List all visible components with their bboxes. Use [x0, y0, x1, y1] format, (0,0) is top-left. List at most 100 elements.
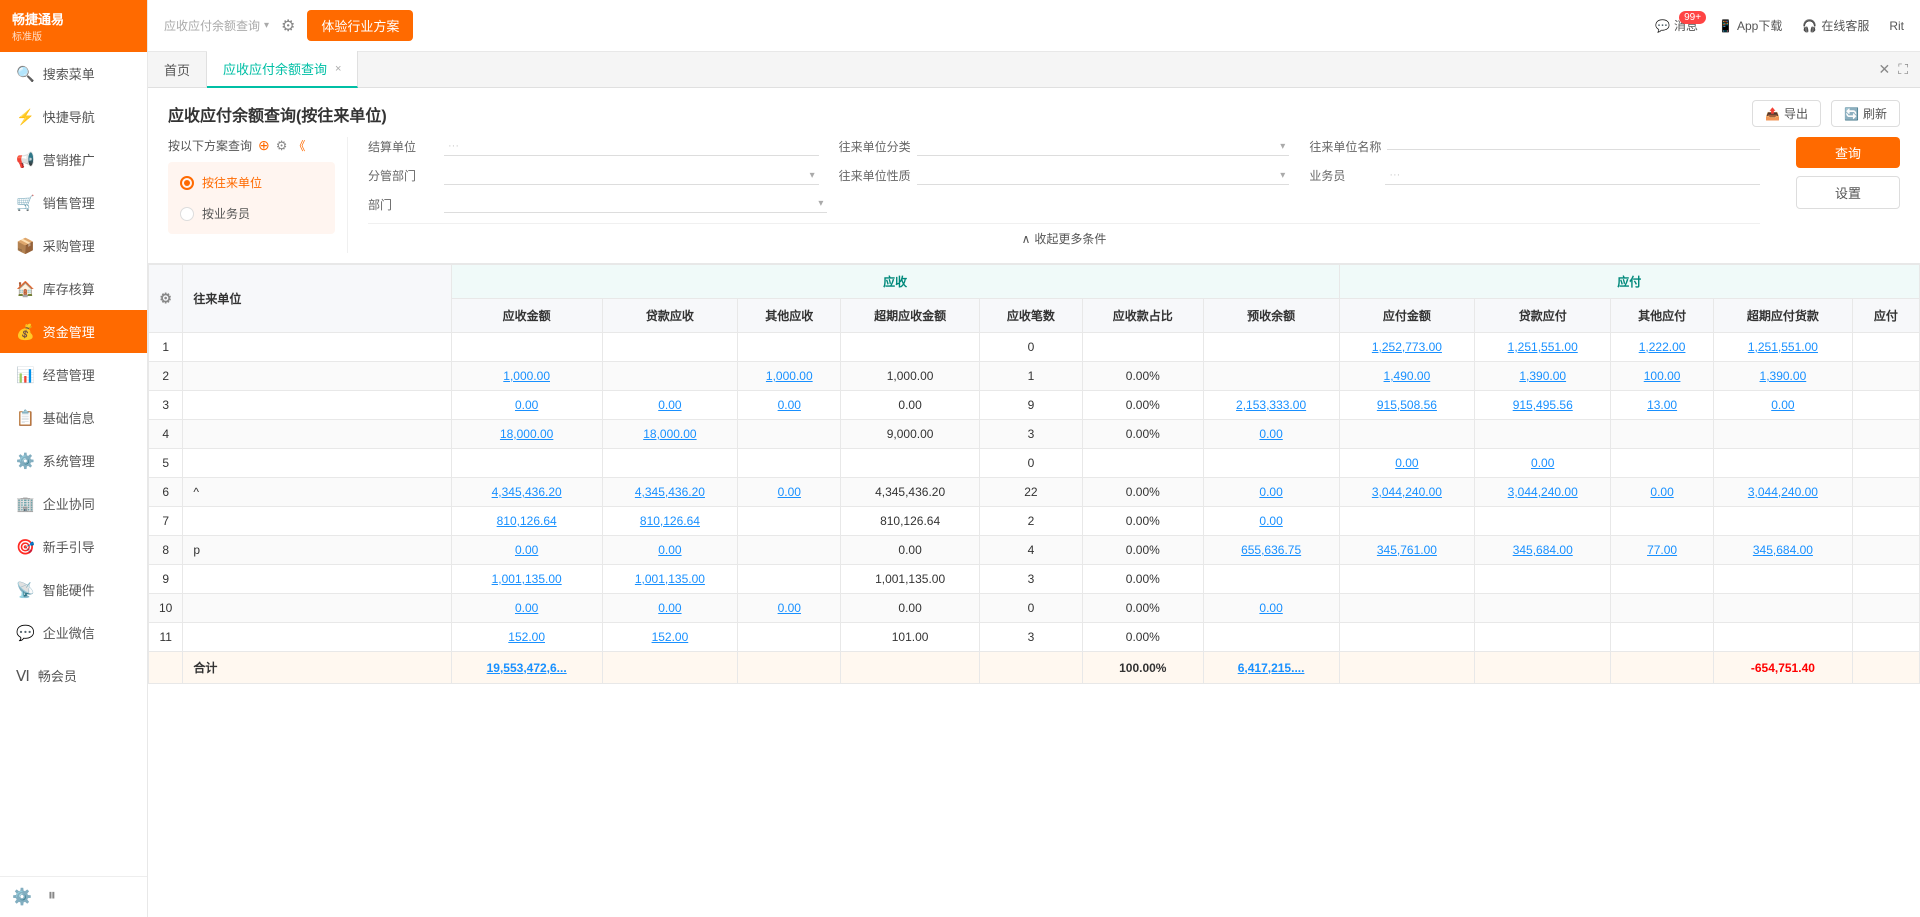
filter-cell-salesman: 业务员 ···: [1309, 166, 1760, 185]
sidebar-item-sales[interactable]: 🛒 销售管理: [0, 181, 147, 224]
sidebar-item-search[interactable]: 🔍 搜索菜单: [0, 52, 147, 95]
settings-bottom-icon[interactable]: ⚙️: [12, 887, 32, 907]
sidebar-logo: 畅捷通易 标准版: [0, 0, 147, 52]
sidebar-item-quick[interactable]: ⚡ 快捷导航: [0, 95, 147, 138]
content-area: 应收应付余额查询(按往来单位) 📤 导出 🔄 刷新: [148, 88, 1920, 917]
unit-category-input[interactable]: ▾: [917, 138, 1290, 156]
breadcrumb: 应收应付余额查询 ▾: [164, 17, 269, 34]
tab-ar-query[interactable]: 应收应付余额查询 ×: [207, 51, 358, 88]
filter-area: 按以下方案查询 ⊕ ⚙ 《 按往来单位: [168, 137, 1900, 263]
tab-home[interactable]: 首页: [148, 52, 207, 87]
footer-label: 合计: [183, 652, 451, 684]
table-settings-icon[interactable]: ⚙: [159, 290, 172, 306]
refresh-button[interactable]: 🔄 刷新: [1831, 100, 1900, 127]
close-window-icon[interactable]: ✕: [1878, 61, 1890, 78]
sidebar-item-system[interactable]: ⚙️ 系统管理: [0, 439, 147, 482]
hardware-icon: 📡: [16, 581, 35, 599]
footer-ap-overdue: -654,751.40: [1714, 652, 1853, 684]
sidebar-item-basic[interactable]: 📋 基础信息: [0, 396, 147, 439]
dept-input[interactable]: ▾: [444, 167, 819, 185]
sidebar-item-purchase[interactable]: 📦 采购管理: [0, 224, 147, 267]
settings-button[interactable]: 设置: [1796, 176, 1900, 209]
add-scheme-icon[interactable]: ⊕: [258, 137, 270, 154]
search-icon: 🔍: [16, 65, 35, 83]
settings-col: ⚙: [149, 265, 183, 333]
filter-scheme-label: 按以下方案查询 ⊕ ⚙ 《: [168, 137, 335, 154]
table-row: 21,000.001,000.001,000.0010.00%1,490.001…: [149, 362, 1920, 391]
sidebar-item-wechat[interactable]: 💬 企业微信: [0, 611, 147, 654]
gear-icon[interactable]: ⚙: [281, 16, 295, 36]
sidebar-item-hardware[interactable]: 📡 智能硬件: [0, 568, 147, 611]
lightning-icon: ⚡: [16, 108, 35, 126]
app-download-btn[interactable]: 📱 App下载: [1718, 17, 1782, 34]
table-row: 91,001,135.001,001,135.001,001,135.0030.…: [149, 565, 1920, 594]
footer-ar-prepaid[interactable]: 6,417,215....: [1203, 652, 1339, 684]
table-footer: 合计 19,553,472,6... 100.00% 6,417,215....: [149, 652, 1920, 684]
footer-ar-amount[interactable]: 19,553,472,6...: [451, 652, 602, 684]
export-button[interactable]: 📤 导出: [1752, 100, 1821, 127]
table-row: 30.000.000.000.0090.00%2,153,333.00915,5…: [149, 391, 1920, 420]
filter-cell-unit-category: 往来单位分类 ▾: [839, 137, 1290, 156]
col-ap-extra: 应付: [1852, 299, 1919, 333]
salesman-input[interactable]: ···: [1385, 166, 1760, 185]
col-group-ap: 应付: [1339, 265, 1920, 299]
filter-cell-unit-nature: 往来单位性质 ▾: [839, 166, 1290, 185]
sidebar-item-member[interactable]: Ⅵ 畅会员: [0, 654, 147, 697]
fullscreen-icon[interactable]: ⛶: [1898, 61, 1908, 78]
collapse-bottom-icon[interactable]: ⏸: [48, 887, 56, 907]
filter-query-panel: 查询 设置: [1780, 137, 1900, 253]
col-ap-loan: 贷款应付: [1475, 299, 1611, 333]
sidebar-item-inventory[interactable]: 🏠 库存核算: [0, 267, 147, 310]
sidebar-item-collab[interactable]: 🏢 企业协同: [0, 482, 147, 525]
collapse-more-btn[interactable]: ∧ 收起更多条件: [368, 223, 1760, 253]
page-header: 应收应付余额查询(按往来单位) 📤 导出 🔄 刷新: [148, 88, 1920, 264]
chart-icon: 📊: [16, 366, 35, 384]
table-row: 7810,126.64810,126.64810,126.6420.00%0.0…: [149, 507, 1920, 536]
filter-row3: 部门 ▾: [368, 195, 1760, 213]
sidebar-item-finance[interactable]: 💰 资金管理: [0, 310, 147, 353]
tab-bar: 首页 应收应付余额查询 × ✕ ⛶: [148, 52, 1920, 88]
basic-icon: 📋: [16, 409, 35, 427]
unit-name-input[interactable]: [1387, 143, 1760, 150]
user-name[interactable]: Rit: [1889, 19, 1904, 33]
company-icon: 🏢: [16, 495, 35, 513]
table-row: 6^4,345,436.204,345,436.200.004,345,436.…: [149, 478, 1920, 507]
tab-bar-actions: ✕ ⛶: [1866, 61, 1920, 78]
tab-close-icon[interactable]: ×: [335, 63, 341, 75]
query-button[interactable]: 查询: [1796, 137, 1900, 168]
sidebar-item-guide[interactable]: 🎯 新手引导: [0, 525, 147, 568]
dept2-input[interactable]: ▾: [444, 195, 827, 213]
message-icon: 💬: [1655, 19, 1670, 33]
table-row: 8p0.000.000.0040.00%655,636.75345,761.00…: [149, 536, 1920, 565]
col-ar-other: 其他应收: [738, 299, 841, 333]
table-row: 500.000.00: [149, 449, 1920, 478]
online-service-btn[interactable]: 🎧 在线客服: [1802, 17, 1869, 34]
solution-button[interactable]: 体验行业方案: [307, 10, 413, 41]
scheme-option-by-salesman[interactable]: 按业务员: [180, 201, 323, 226]
page-actions: 📤 导出 🔄 刷新: [1752, 100, 1900, 127]
main-area: 应收应付余额查询 ▾ ⚙ 体验行业方案 💬 消息 99+ 📱 App下载 🎧 在…: [148, 0, 1920, 917]
sidebar: 畅捷通易 标准版 🔍 搜索菜单 ⚡ 快捷导航 📢 营销推广 🛒 销售管理 📦 采…: [0, 0, 148, 917]
cart-icon: 🛒: [16, 194, 35, 212]
finance-icon: 💰: [16, 323, 35, 341]
message-badge: 99+: [1679, 11, 1706, 24]
table-row: 101,252,773.001,251,551.001,222.001,251,…: [149, 333, 1920, 362]
scheme-collapse-icon[interactable]: 《: [293, 137, 305, 154]
col-ap-other: 其他应付: [1611, 299, 1714, 333]
filter-cell-unit-name: 往来单位名称: [1309, 137, 1760, 156]
filter-main-panel: 结算单位 ··· 往来单位分类 ▾: [348, 137, 1780, 253]
unit-nature-input[interactable]: ▾: [917, 167, 1290, 185]
settlement-input[interactable]: ···: [444, 137, 819, 156]
breadcrumb-text: 应收应付余额查询: [164, 17, 260, 34]
scheme-option-by-unit[interactable]: 按往来单位: [180, 170, 323, 195]
system-icon: ⚙️: [16, 452, 35, 470]
table-row: 11152.00152.00101.0030.00%: [149, 623, 1920, 652]
guide-icon: 🎯: [16, 538, 35, 556]
message-btn[interactable]: 💬 消息 99+: [1655, 17, 1698, 34]
megaphone-icon: 📢: [16, 151, 35, 169]
scheme-gear-icon[interactable]: ⚙: [276, 138, 288, 154]
col-ar-ratio: 应收款占比: [1082, 299, 1203, 333]
sidebar-item-marketing[interactable]: 📢 营销推广: [0, 138, 147, 181]
download-icon: 📱: [1718, 19, 1733, 33]
sidebar-item-operations[interactable]: 📊 经营管理: [0, 353, 147, 396]
